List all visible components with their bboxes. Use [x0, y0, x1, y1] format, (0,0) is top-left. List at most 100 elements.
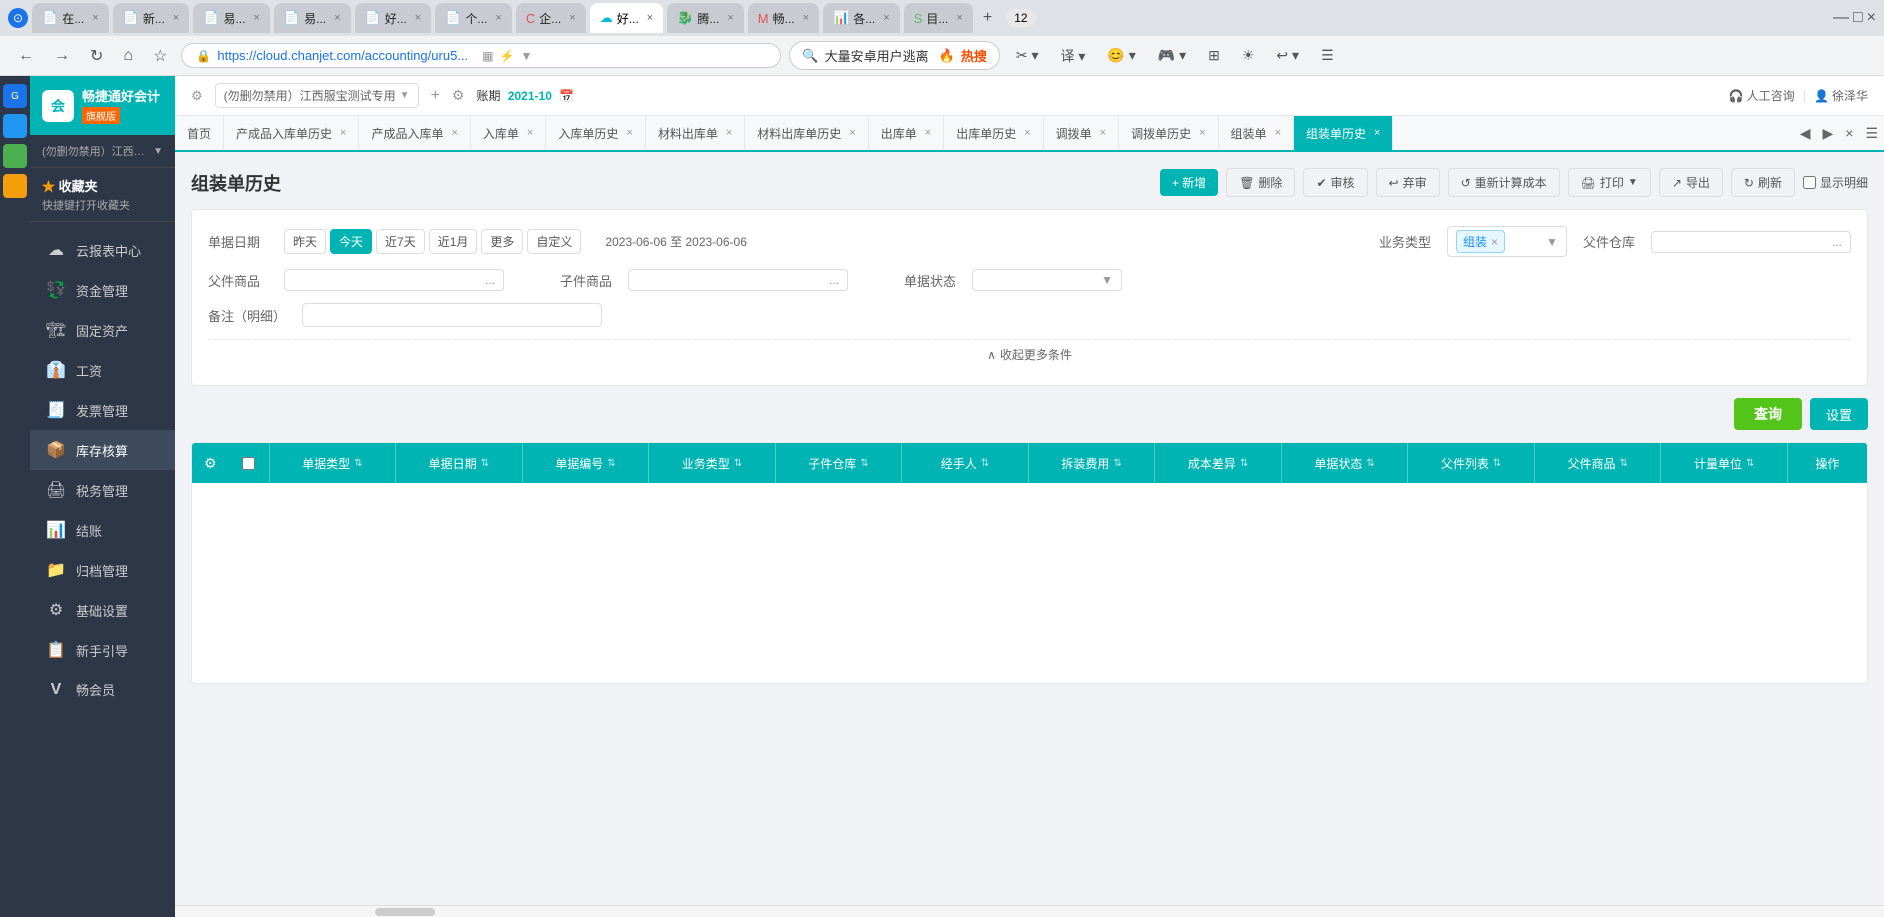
parent-goods-input[interactable]: ...	[284, 269, 504, 291]
tab-close-out-order-history[interactable]: ×	[1024, 127, 1030, 139]
tab-transfer-history[interactable]: 调拨单历史 ×	[1119, 116, 1218, 151]
browser-tab-11[interactable]: 📊 各... ×	[823, 3, 900, 33]
col-cost-diff[interactable]: 成本差异 ⇅	[1154, 443, 1281, 483]
sidebar-item-checkout[interactable]: 📊 结账	[30, 510, 175, 550]
tab-close-3[interactable]: ×	[253, 12, 259, 24]
sidebar-item-inventory[interactable]: 📦 库存核算	[30, 430, 175, 470]
browser-tab-8[interactable]: ☁ 好... ×	[590, 3, 663, 33]
sidebar-item-fixed-assets[interactable]: 🏗 固定资产	[30, 310, 175, 350]
maximize-button[interactable]: □	[1853, 9, 1863, 27]
browser-tab-9[interactable]: 🐉 腾... ×	[667, 3, 744, 33]
refresh-button[interactable]: ↻ 刷新	[1731, 168, 1795, 197]
tab-close-transfer-history[interactable]: ×	[1199, 127, 1205, 139]
business-type-input[interactable]: 组装 × ▼	[1447, 226, 1567, 257]
sidebar-company[interactable]: (勿删勿禁用）江西服宝测试专用 ▼	[30, 135, 175, 168]
tab-home[interactable]: 首页	[175, 116, 224, 151]
more-date-btn[interactable]: 更多	[481, 229, 523, 254]
calendar-icon[interactable]: 📅	[559, 89, 574, 103]
today-btn[interactable]: 今天	[330, 229, 372, 254]
tab-close-2[interactable]: ×	[173, 12, 179, 24]
col-parent-goods[interactable]: 父件商品 ⇅	[1534, 443, 1661, 483]
tab-assembly-history[interactable]: 组装单历史 ×	[1294, 116, 1393, 151]
sidebar-item-basic-settings[interactable]: ⚙ 基础设置	[30, 590, 175, 630]
new-tab-button[interactable]: +	[977, 7, 998, 29]
tab-close-1[interactable]: ×	[92, 12, 98, 24]
app-icon-3[interactable]	[3, 144, 27, 168]
game-btn[interactable]: 🎮 ▾	[1150, 43, 1194, 68]
browser-tab-1[interactable]: 📄 在... ×	[32, 3, 109, 33]
col-doc-type[interactable]: 单据类型 ⇅	[269, 443, 396, 483]
tab-product-in-history[interactable]: 产成品入库单历史 ×	[224, 116, 359, 151]
sun-btn[interactable]: ☀	[1234, 43, 1263, 68]
translate-btn[interactable]: 译 ▾	[1052, 42, 1093, 70]
child-goods-input[interactable]: ...	[628, 269, 848, 291]
browser-tab-5[interactable]: 📄 好... ×	[355, 3, 432, 33]
yesterday-btn[interactable]: 昨天	[284, 229, 326, 254]
browser-tab-6[interactable]: 📄 个... ×	[435, 3, 512, 33]
sidebar-item-archive-mgmt[interactable]: 📁 归档管理	[30, 550, 175, 590]
reload-button[interactable]: ↻	[84, 42, 109, 70]
tab-close-product-in-history[interactable]: ×	[340, 127, 346, 139]
print-button[interactable]: 🖨 打印 ▼	[1568, 168, 1651, 197]
scrollbar-thumb[interactable]	[375, 908, 435, 916]
filter-settings-button[interactable]: 设置	[1810, 398, 1868, 430]
doc-status-select[interactable]: ▼	[972, 269, 1122, 291]
abandon-button[interactable]: ↩ 弃审	[1376, 168, 1440, 197]
tab-close-transfer[interactable]: ×	[1100, 127, 1106, 139]
tab-out-order[interactable]: 出库单 ×	[869, 116, 944, 151]
home-button[interactable]: ⌂	[117, 43, 139, 69]
sidebar-item-fund-mgmt[interactable]: 💱 资金管理	[30, 270, 175, 310]
sidebar-item-salary[interactable]: 👔 工资	[30, 350, 175, 390]
tab-more-button[interactable]: ☰	[1859, 125, 1884, 142]
browser-tab-2[interactable]: 📄 新... ×	[113, 3, 190, 33]
sidebar-item-beginner-guide[interactable]: 📋 新手引导	[30, 630, 175, 670]
scissors-tool-btn[interactable]: ✂ ▾	[1008, 43, 1047, 68]
col-child-warehouse[interactable]: 子件仓库 ⇅	[775, 443, 902, 483]
browser-tab-7[interactable]: C 企... ×	[516, 3, 586, 33]
col-doc-no[interactable]: 单据编号 ⇅	[522, 443, 649, 483]
tab-close-11[interactable]: ×	[883, 12, 889, 24]
col-disassembly-fee[interactable]: 拆装费用 ⇅	[1028, 443, 1155, 483]
browser-tab-12[interactable]: S 目... ×	[904, 3, 973, 33]
app-icon-2[interactable]	[3, 114, 27, 138]
tab-close-all-button[interactable]: ×	[1839, 125, 1859, 141]
tab-prev-button[interactable]: ◀	[1794, 125, 1817, 142]
col-doc-date[interactable]: 单据日期 ⇅	[395, 443, 522, 483]
forward-button[interactable]: →	[48, 43, 76, 69]
delete-button[interactable]: 🗑 删除	[1226, 168, 1295, 197]
tab-close-7[interactable]: ×	[569, 12, 575, 24]
tab-close-assembly[interactable]: ×	[1275, 127, 1281, 139]
query-button[interactable]: 查询	[1734, 398, 1802, 430]
tab-transfer[interactable]: 调拨单 ×	[1044, 116, 1119, 151]
add-company-button[interactable]: +	[431, 87, 440, 105]
settings-icon-header[interactable]: ⚙	[452, 87, 465, 104]
tab-close-product-in[interactable]: ×	[451, 127, 457, 139]
tab-close-material-out-history[interactable]: ×	[849, 127, 855, 139]
tab-material-out-history[interactable]: 材料出库单历史 ×	[745, 116, 868, 151]
menu-btn[interactable]: ☰	[1313, 43, 1342, 68]
tab-close-in-order-history[interactable]: ×	[626, 127, 632, 139]
last7days-btn[interactable]: 近7天	[376, 229, 425, 254]
new-button[interactable]: + 新增	[1160, 169, 1218, 196]
browser-tab-3[interactable]: 📄 易... ×	[193, 3, 270, 33]
recalculate-button[interactable]: ↺ 重新计算成本	[1448, 168, 1560, 197]
bottom-scrollbar[interactable]	[175, 905, 1884, 917]
tab-close-6[interactable]: ×	[495, 12, 501, 24]
custom-date-btn[interactable]: 自定义	[527, 229, 581, 254]
minimize-button[interactable]: —	[1833, 9, 1849, 27]
user-profile-button[interactable]: 👤 徐泽华	[1814, 87, 1868, 104]
parent-warehouse-input[interactable]: ...	[1651, 231, 1851, 253]
tab-assembly[interactable]: 组装单 ×	[1219, 116, 1294, 151]
undo-btn[interactable]: ↩ ▾	[1268, 43, 1307, 68]
table-settings-icon[interactable]: ⚙	[192, 455, 229, 472]
tab-close-in-order[interactable]: ×	[527, 127, 533, 139]
browser-tab-4[interactable]: 📄 易... ×	[274, 3, 351, 33]
tab-close-4[interactable]: ×	[334, 12, 340, 24]
close-browser-button[interactable]: ×	[1867, 9, 1876, 27]
show-detail-checkbox[interactable]	[1803, 176, 1816, 189]
col-handler[interactable]: 经手人 ⇅	[901, 443, 1028, 483]
tab-close-9[interactable]: ×	[727, 12, 733, 24]
favorites-quick-open[interactable]: 快捷键打开收藏夹	[42, 197, 163, 213]
tab-close-material-out[interactable]: ×	[726, 127, 732, 139]
col-unit[interactable]: 计量单位 ⇅	[1660, 443, 1787, 483]
